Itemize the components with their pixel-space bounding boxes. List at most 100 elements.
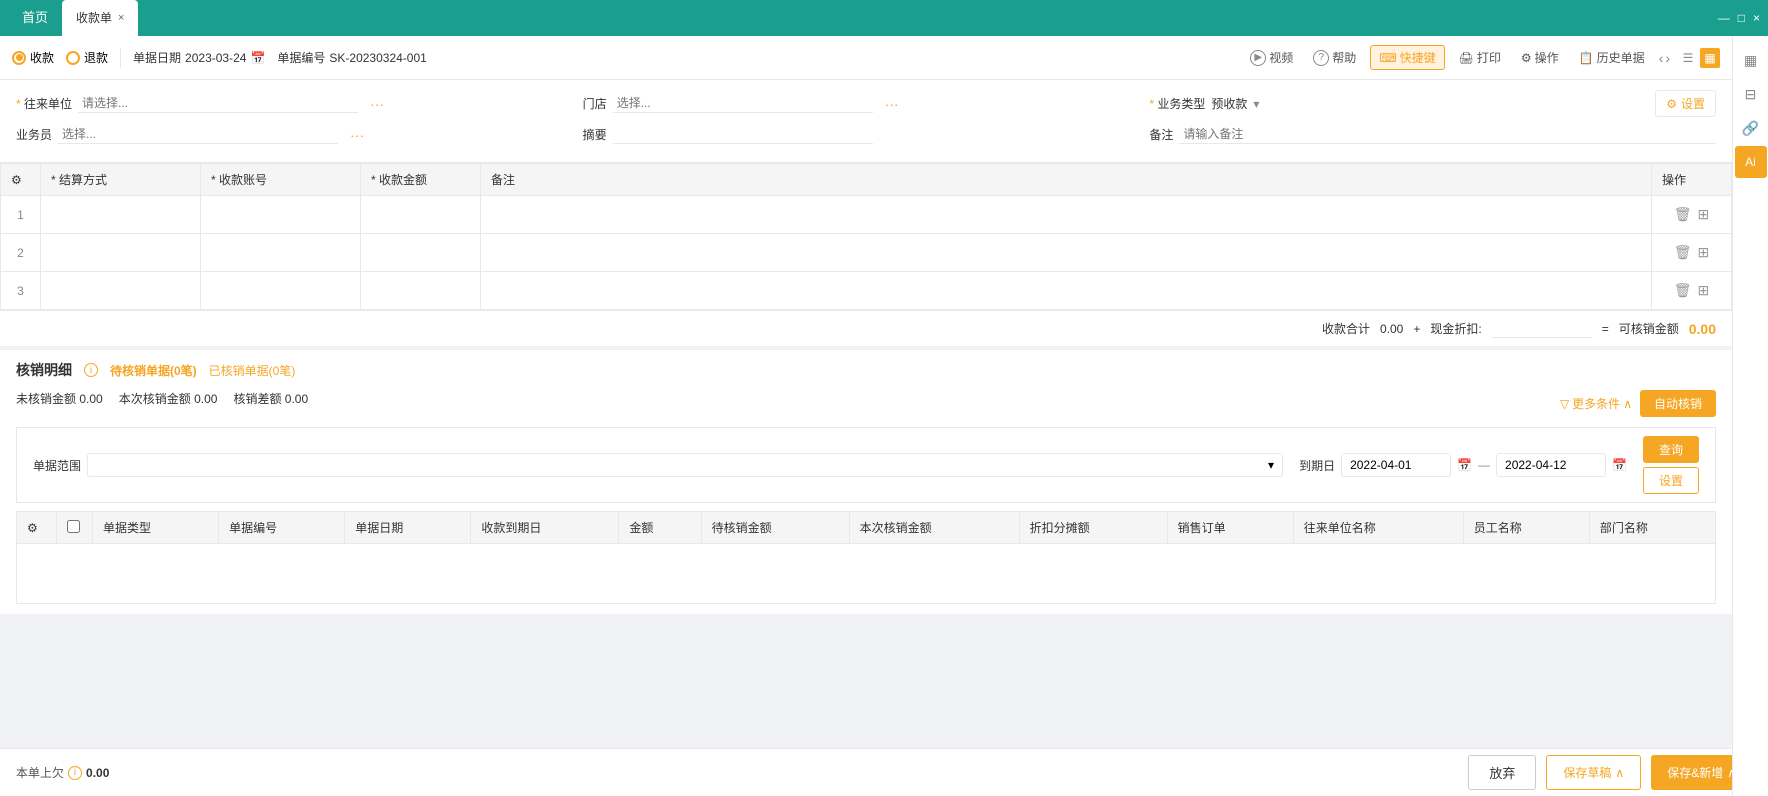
- sidebar-table-icon[interactable]: ▦: [1735, 44, 1767, 76]
- history-label: 历史单据: [1597, 49, 1645, 66]
- writeoff-header: 核销明细 i 待核销单据(0笔) 已核销单据(0笔): [16, 360, 1716, 380]
- maximize-btn[interactable]: □: [1738, 11, 1745, 25]
- layout-list-icon[interactable]: ☰: [1678, 48, 1698, 68]
- sidebar-list-icon[interactable]: ⊟: [1735, 78, 1767, 110]
- equals-sign: =: [1602, 322, 1609, 336]
- calendar-end-icon[interactable]: 📅: [1612, 458, 1627, 472]
- bt-select-all-checkbox[interactable]: [67, 520, 80, 533]
- doc-no-label: 单据编号: [277, 49, 325, 66]
- amount-cell-1[interactable]: [361, 196, 481, 234]
- writeoff-info-icon[interactable]: i: [84, 363, 98, 377]
- th-settle: * 结算方式: [41, 164, 201, 196]
- tab-close-icon[interactable]: ×: [118, 0, 124, 36]
- writeoff-title: 核销明细: [16, 360, 72, 380]
- verifiable-value: 0.00: [1689, 321, 1716, 337]
- delete-icon-1[interactable]: 🗑: [1674, 206, 1692, 223]
- tab-active[interactable]: 收款单 ×: [62, 0, 138, 36]
- operate-btn[interactable]: ⚙ 操作: [1515, 47, 1565, 68]
- bt-doc-type-col: 单据类型: [93, 512, 219, 544]
- summary-input[interactable]: [613, 125, 873, 144]
- settle-cell-2[interactable]: [41, 234, 201, 272]
- filter-settings-btn[interactable]: 设置: [1643, 467, 1699, 494]
- calendar-start-icon[interactable]: 📅: [1457, 458, 1472, 472]
- receipt-label: 收款: [30, 49, 54, 66]
- calendar-icon[interactable]: 📅: [250, 51, 265, 65]
- print-btn[interactable]: 🖨 打印: [1453, 47, 1507, 68]
- video-icon: ▶: [1250, 50, 1266, 66]
- table-row: 3 🗑 ⊞: [1, 272, 1732, 310]
- salesperson-field: 业务员 ···: [16, 125, 583, 144]
- layout-grid-icon[interactable]: ▦: [1700, 48, 1720, 68]
- bt-settings-col[interactable]: ⚙: [17, 512, 57, 544]
- account-cell-2[interactable]: [201, 234, 361, 272]
- bt-checkbox-col: [57, 512, 93, 544]
- tab-home[interactable]: 首页: [8, 0, 62, 36]
- minimize-btn[interactable]: —: [1718, 11, 1730, 25]
- delete-icon-2[interactable]: 🗑: [1674, 244, 1692, 261]
- done-tab[interactable]: 已核销单据(0笔): [209, 362, 296, 379]
- remark-input[interactable]: [1179, 125, 1716, 144]
- video-btn[interactable]: ▶ 视频: [1244, 47, 1299, 68]
- nav-prev-icon[interactable]: ‹: [1659, 50, 1664, 66]
- footer-bar: 本单上欠 i 0.00 放弃 保存草稿 ∧ 保存&新增 ∧: [0, 748, 1768, 796]
- shortcut-btn[interactable]: ⌨ 快捷键: [1370, 45, 1444, 70]
- account-cell-3[interactable]: [201, 272, 361, 310]
- copy-icon-2[interactable]: ⊞: [1698, 244, 1710, 261]
- history-btn[interactable]: 📋 历史单据: [1573, 47, 1651, 68]
- plus-sign: +: [1413, 322, 1420, 336]
- total-value: 0.00: [1380, 322, 1403, 336]
- form-settings-btn[interactable]: ⚙ 设置: [1655, 90, 1716, 117]
- more-conditions-btn[interactable]: ▽ 更多条件 ∧: [1560, 395, 1632, 412]
- th-settings[interactable]: ⚙: [1, 164, 41, 196]
- bottom-table: ⚙ 单据类型 单据编号 单据日期 收款到期日 金额 待核销金额 本次核销金额 折…: [16, 511, 1716, 604]
- sidebar-ai-icon[interactable]: Ai: [1735, 146, 1767, 178]
- remark-cell-1[interactable]: [481, 196, 1652, 234]
- shortcut-label: 快捷键: [1400, 49, 1436, 66]
- partner-input[interactable]: [78, 94, 358, 113]
- filter-range-arrow-icon: ▾: [1268, 458, 1274, 472]
- discount-input[interactable]: [1492, 319, 1592, 338]
- auto-writeoff-btn[interactable]: 自动核销: [1640, 390, 1716, 417]
- doc-date-label: 单据日期: [133, 49, 181, 66]
- bt-doc-no-col: 单据编号: [219, 512, 345, 544]
- footer-info-icon[interactable]: i: [68, 766, 82, 780]
- query-btn[interactable]: 查询: [1643, 436, 1699, 463]
- close-btn[interactable]: ×: [1753, 11, 1760, 25]
- bt-partner-col: 往来单位名称: [1293, 512, 1463, 544]
- refund-label: 退款: [84, 49, 108, 66]
- settle-cell-3[interactable]: [41, 272, 201, 310]
- sidebar-link-icon[interactable]: 🔗: [1735, 112, 1767, 144]
- salesperson-label: 业务员: [16, 126, 52, 143]
- save-draft-btn[interactable]: 保存草稿 ∧: [1546, 755, 1641, 790]
- salesperson-input[interactable]: [58, 125, 338, 144]
- writeoff-stats: 未核销金额 0.00 本次核销金额 0.00 核销差额 0.00: [16, 390, 308, 407]
- date-end-input[interactable]: [1496, 453, 1606, 477]
- amount-cell-2[interactable]: [361, 234, 481, 272]
- business-type-selector[interactable]: 预收款 ▾: [1211, 95, 1649, 112]
- current-label: 本次核销金额: [119, 392, 191, 406]
- discard-btn[interactable]: 放弃: [1468, 755, 1536, 790]
- tab-bar: 首页 收款单 × — □ ×: [0, 0, 1768, 36]
- settings-icon: ⚙: [1666, 97, 1677, 111]
- date-start-input[interactable]: [1341, 453, 1451, 477]
- remark-cell-3[interactable]: [481, 272, 1652, 310]
- nav-next-icon[interactable]: ›: [1665, 50, 1670, 66]
- filter-range-select[interactable]: ▾: [87, 453, 1283, 477]
- store-input[interactable]: [613, 94, 873, 113]
- salesperson-more-icon[interactable]: ···: [344, 127, 370, 143]
- refund-radio[interactable]: 退款: [66, 49, 108, 66]
- help-btn[interactable]: ? 帮助: [1307, 47, 1362, 68]
- settle-cell-1[interactable]: [41, 196, 201, 234]
- pending-tab[interactable]: 待核销单据(0笔): [110, 362, 197, 379]
- partner-more-icon[interactable]: ···: [364, 96, 390, 112]
- receipt-radio[interactable]: 收款: [12, 49, 54, 66]
- print-label: 打印: [1477, 49, 1501, 66]
- copy-icon-1[interactable]: ⊞: [1698, 206, 1710, 223]
- store-more-icon[interactable]: ···: [879, 96, 905, 112]
- summary-bar: 收款合计 0.00 + 现金折扣: = 可核销金额 0.00: [0, 310, 1732, 350]
- amount-cell-3[interactable]: [361, 272, 481, 310]
- remark-cell-2[interactable]: [481, 234, 1652, 272]
- account-cell-1[interactable]: [201, 196, 361, 234]
- delete-icon-3[interactable]: 🗑: [1674, 282, 1692, 299]
- copy-icon-3[interactable]: ⊞: [1698, 282, 1710, 299]
